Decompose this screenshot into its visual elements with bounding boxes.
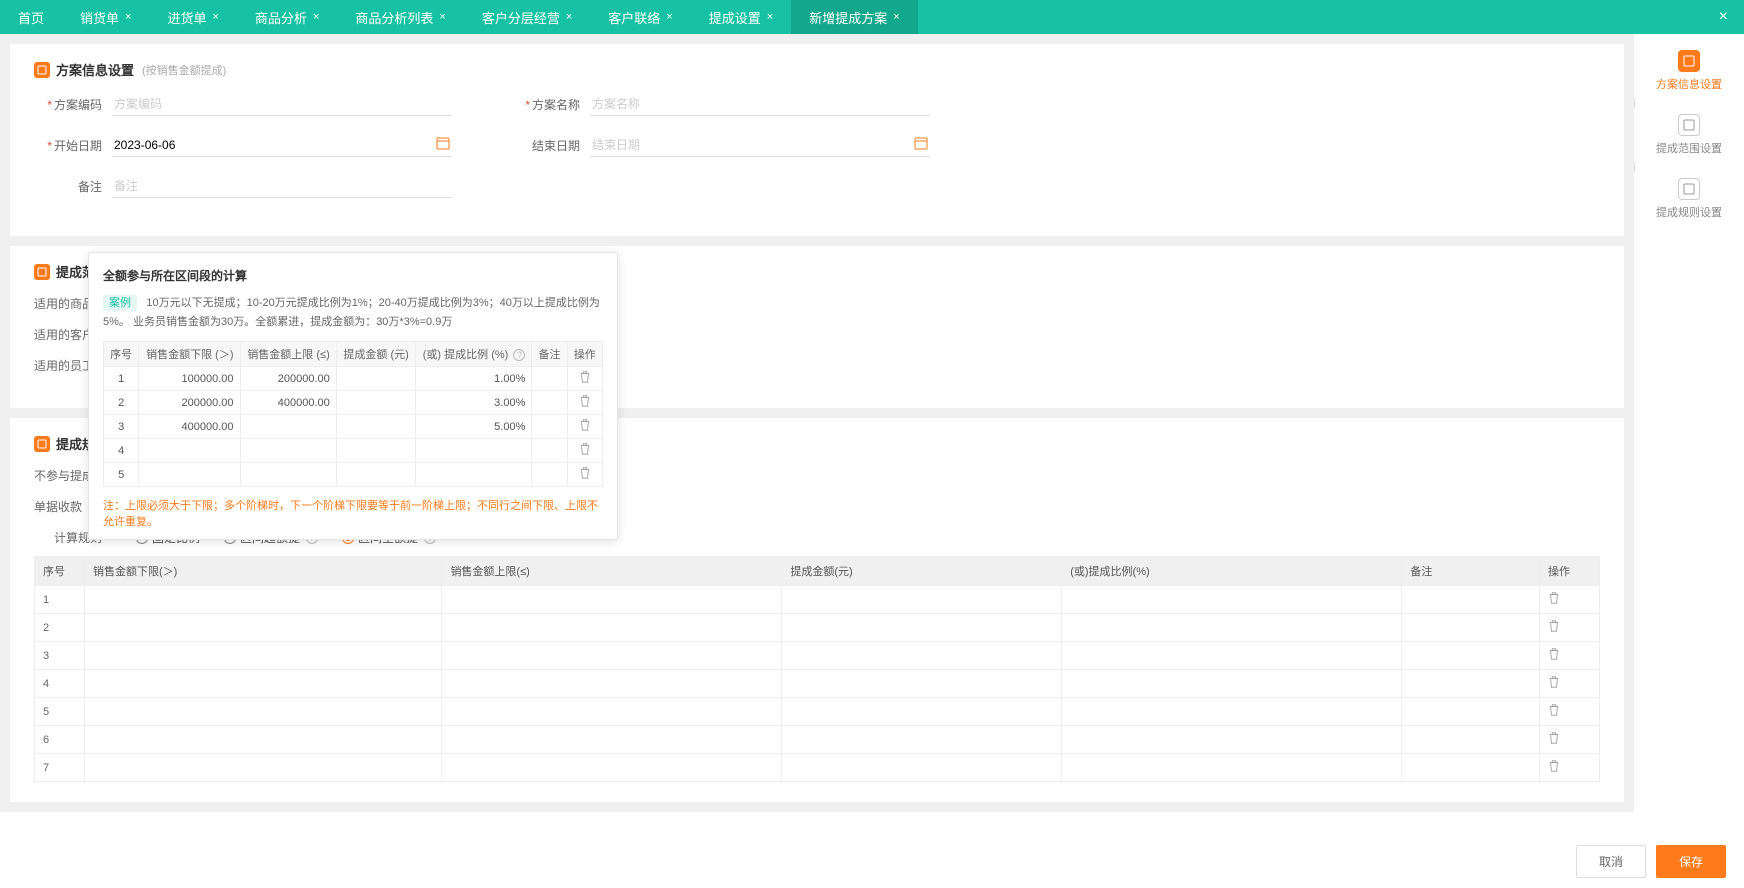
start-date-input[interactable] (112, 134, 452, 157)
section-title: 方案信息设置 (56, 60, 134, 79)
tab-purchase-order[interactable]: 进货单× (149, 0, 236, 34)
calendar-icon[interactable] (436, 136, 450, 150)
close-icon[interactable]: × (125, 11, 131, 23)
close-icon[interactable]: × (439, 11, 445, 23)
table-row[interactable]: 1 (35, 586, 1600, 614)
close-icon[interactable]: × (212, 11, 218, 23)
delete-icon[interactable] (1548, 595, 1560, 607)
section-subtitle: (按销售金额提成) (142, 62, 226, 78)
code-input[interactable] (112, 93, 452, 116)
section-icon (34, 436, 50, 452)
tab-product-analysis[interactable]: 商品分析× (237, 0, 337, 34)
delete-icon[interactable] (579, 374, 591, 386)
table-row[interactable]: 6 (35, 726, 1600, 754)
delete-icon[interactable] (579, 398, 591, 410)
tab-sales-order[interactable]: 销货单× (62, 0, 149, 34)
rules-table: 序号 销售金额下限(＞) 销售金额上限(≤) 提成金额(元) (或)提成比例(%… (34, 556, 1600, 782)
delete-icon[interactable] (579, 422, 591, 434)
start-date-label: 开始日期 (54, 139, 102, 153)
tab-customer-contact[interactable]: 客户联络× (590, 0, 690, 34)
close-icon[interactable]: × (767, 11, 773, 23)
end-date-label: 结束日期 (532, 139, 580, 153)
close-icon[interactable]: × (566, 11, 572, 23)
tab-home[interactable]: 首页 (0, 0, 62, 34)
delete-icon[interactable] (1548, 763, 1560, 775)
section-icon (34, 264, 50, 280)
remark-label: 备注 (78, 180, 102, 194)
section-icon (34, 62, 50, 78)
name-input[interactable] (590, 93, 930, 116)
tabs-bar: 首页 销货单× 进货单× 商品分析× 商品分析列表× 客户分层经营× 客户联络×… (0, 0, 1744, 34)
close-icon[interactable]: × (893, 11, 899, 23)
anchor-rules[interactable]: 提成规则设置 (1634, 178, 1744, 220)
delete-icon[interactable] (1548, 651, 1560, 663)
tab-commission-settings[interactable]: 提成设置× (691, 0, 791, 34)
table-row[interactable]: 5 (35, 698, 1600, 726)
help-icon[interactable]: ? (513, 349, 525, 361)
anchor-nav: 方案信息设置 提成范围设置 提成规则设置 (1634, 34, 1744, 812)
tab-add-commission-plan[interactable]: 新增提成方案× (791, 0, 917, 34)
name-label: 方案名称 (532, 98, 580, 112)
anchor-scope[interactable]: 提成范围设置 (1634, 114, 1744, 156)
case-tag: 案例 (103, 295, 137, 311)
card-scope: 提成范围设 适用的商品 适用的客户 适用的员工 全额参与所在区间段的计算 案例 … (10, 246, 1624, 408)
delete-icon[interactable] (1548, 623, 1560, 635)
save-button[interactable]: 保存 (1656, 845, 1726, 878)
delete-icon[interactable] (1548, 707, 1560, 719)
popover-note: 注：上限必须大于下限；多个阶梯时，下一个阶梯下限要等于前一阶梯上限；不同行之间下… (103, 497, 603, 529)
table-row[interactable]: 7 (35, 754, 1600, 782)
calc-rule-popover: 全额参与所在区间段的计算 案例 10万元以下无提成；10-20万元提成比例为1%… (88, 252, 618, 540)
table-row[interactable]: 2 (35, 614, 1600, 642)
delete-icon[interactable] (1548, 679, 1560, 691)
delete-icon[interactable] (1548, 735, 1560, 747)
code-label: 方案编码 (54, 98, 102, 112)
case-text: 10万元以下无提成；10-20万元提成比例为1%；20-40万提成比例为3%；4… (103, 297, 600, 328)
cancel-button[interactable]: 取消 (1576, 845, 1646, 878)
table-row[interactable]: 4 (35, 670, 1600, 698)
table-row[interactable]: 3 (35, 642, 1600, 670)
close-icon[interactable]: × (313, 11, 319, 23)
close-all-icon[interactable]: × (1711, 0, 1736, 34)
popover-title: 全额参与所在区间段的计算 (103, 267, 603, 284)
popover-example-table: 序号 销售金额下限 (＞) 销售金额上限 (≤) 提成金额 (元) (或) 提成… (103, 341, 603, 487)
delete-icon[interactable] (579, 470, 591, 482)
tab-product-analysis-list[interactable]: 商品分析列表× (337, 0, 463, 34)
footer-bar: 取消 保存 (1558, 835, 1744, 888)
remark-input[interactable] (112, 175, 452, 198)
calendar-icon[interactable] (914, 136, 928, 150)
end-date-input[interactable] (590, 134, 930, 157)
anchor-plan-info[interactable]: 方案信息设置 (1634, 50, 1744, 92)
tab-customer-tier[interactable]: 客户分层经营× (464, 0, 590, 34)
card-plan-info: 方案信息设置 (按销售金额提成) *方案编码 *方案名称 *开始日期 (10, 44, 1624, 236)
close-icon[interactable]: × (666, 11, 672, 23)
delete-icon[interactable] (579, 446, 591, 458)
